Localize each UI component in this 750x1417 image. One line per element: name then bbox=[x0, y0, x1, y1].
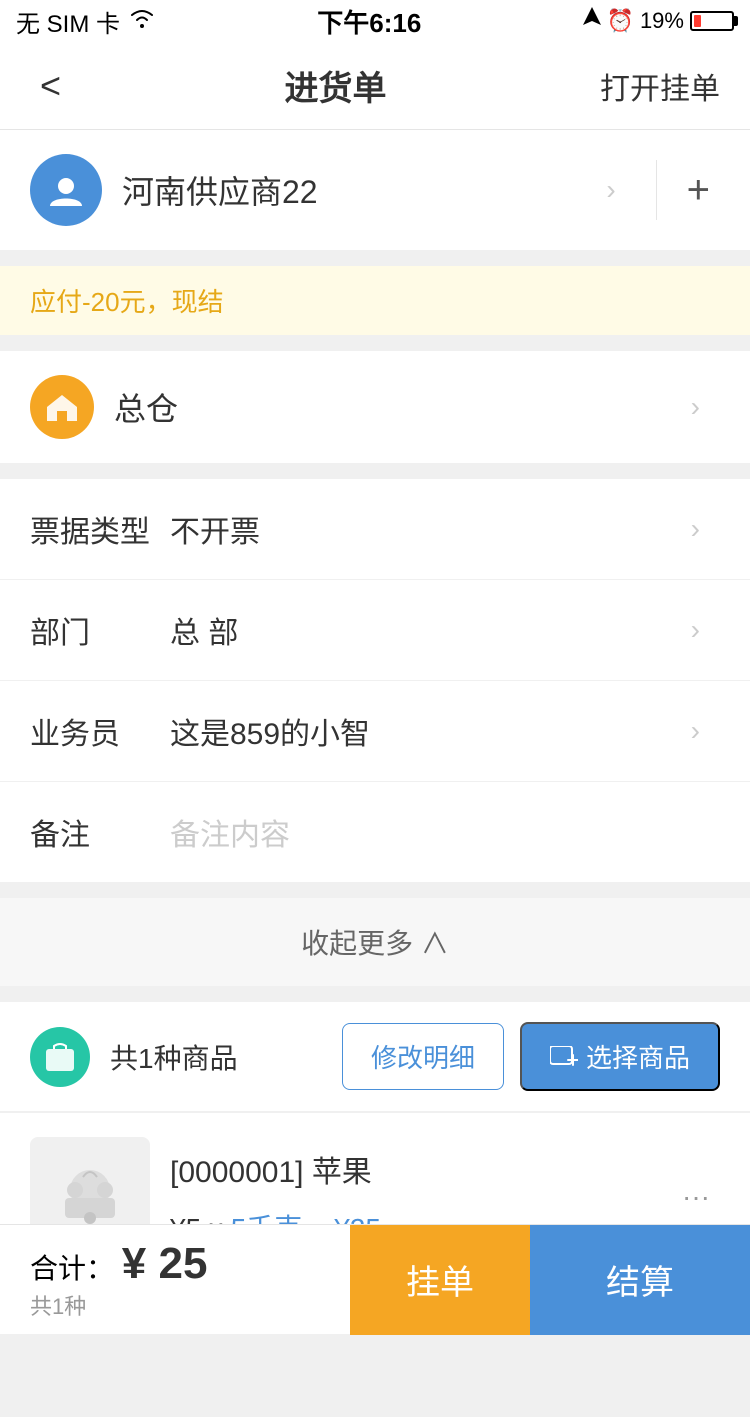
carrier-text: 无 SIM 卡 bbox=[16, 4, 120, 39]
battery-percent: 19% bbox=[640, 8, 684, 34]
supplier-row[interactable]: 河南供应商22 › + bbox=[0, 130, 750, 250]
footer: 合计： ¥ 25 共1种 挂单 结算 bbox=[0, 1224, 750, 1334]
footer-total-row: 合计： ¥ 25 bbox=[30, 1239, 320, 1289]
warehouse-name: 总仓 bbox=[114, 384, 691, 430]
pending-button[interactable]: 挂单 bbox=[350, 1225, 530, 1335]
select-product-button[interactable]: 选择商品 bbox=[520, 1022, 720, 1091]
supplier-avatar bbox=[30, 154, 102, 226]
wifi-icon bbox=[128, 7, 156, 36]
warehouse-icon bbox=[30, 375, 94, 439]
remark-placeholder: 备注内容 bbox=[170, 810, 720, 854]
supplier-section: 河南供应商22 › + bbox=[0, 130, 750, 250]
divider bbox=[656, 160, 657, 220]
notice-bar: 应付-20元，现结 bbox=[0, 266, 750, 335]
total-amount: ¥ 25 bbox=[122, 1239, 208, 1288]
edit-detail-button[interactable]: 修改明细 bbox=[342, 1023, 504, 1090]
battery-fill bbox=[694, 15, 701, 27]
department-chevron-icon: › bbox=[691, 614, 700, 646]
product-more-button[interactable]: ··· bbox=[672, 1171, 720, 1223]
total-count: 共1种 bbox=[30, 1289, 320, 1321]
footer-total: 合计： ¥ 25 共1种 bbox=[0, 1239, 350, 1321]
form-section: 票据类型 不开票 › 部门 总 部 › 业务员 这是859的小智 › 备注 备注… bbox=[0, 479, 750, 882]
alarm-icon: ⏰ bbox=[607, 8, 634, 34]
staff-row[interactable]: 业务员 这是859的小智 › bbox=[0, 681, 750, 782]
department-value: 总 部 bbox=[170, 608, 691, 652]
back-button[interactable]: < bbox=[30, 55, 71, 117]
product-count-label: 共1种商品 bbox=[110, 1037, 342, 1077]
invoice-type-row[interactable]: 票据类型 不开票 › bbox=[0, 479, 750, 580]
product-name: [0000001] 苹果 bbox=[170, 1147, 672, 1191]
status-time: 下午6:16 bbox=[317, 3, 421, 40]
remark-row[interactable]: 备注 备注内容 bbox=[0, 782, 750, 882]
supplier-chevron-icon: › bbox=[606, 174, 615, 206]
total-label: 合计： bbox=[30, 1253, 114, 1284]
status-left: 无 SIM 卡 bbox=[16, 4, 156, 39]
supplier-name: 河南供应商22 bbox=[122, 167, 606, 213]
invoice-type-label: 票据类型 bbox=[30, 507, 170, 551]
warehouse-row[interactable]: 总仓 › bbox=[0, 351, 750, 463]
collapse-bar[interactable]: 收起更多 ∧ bbox=[0, 898, 750, 986]
checkout-button[interactable]: 结算 bbox=[530, 1225, 750, 1335]
nav-bar: < 进货单 打开挂单 bbox=[0, 42, 750, 130]
warehouse-section: 总仓 › bbox=[0, 351, 750, 463]
page-title: 进货单 bbox=[285, 61, 387, 110]
add-button[interactable]: + bbox=[677, 168, 720, 213]
department-row[interactable]: 部门 总 部 › bbox=[0, 580, 750, 681]
product-header: 共1种商品 修改明细 选择商品 bbox=[0, 1002, 750, 1111]
product-title: 苹果 bbox=[312, 1156, 372, 1189]
invoice-type-value: 不开票 bbox=[170, 507, 691, 551]
open-pending-button[interactable]: 打开挂单 bbox=[600, 64, 720, 108]
location-icon bbox=[583, 7, 601, 35]
staff-label: 业务员 bbox=[30, 709, 170, 753]
status-bar: 无 SIM 卡 下午6:16 ⏰ 19% bbox=[0, 0, 750, 42]
product-header-icon bbox=[30, 1027, 90, 1087]
invoice-chevron-icon: › bbox=[691, 513, 700, 545]
staff-value: 这是859的小智 bbox=[170, 709, 691, 753]
department-label: 部门 bbox=[30, 608, 170, 652]
status-right: ⏰ 19% bbox=[583, 7, 734, 35]
select-product-label: 选择商品 bbox=[586, 1038, 690, 1075]
product-code: [0000001] bbox=[170, 1156, 303, 1189]
battery-icon bbox=[690, 11, 734, 31]
remark-label: 备注 bbox=[30, 810, 170, 854]
warehouse-chevron-icon: › bbox=[691, 391, 700, 423]
staff-chevron-icon: › bbox=[691, 715, 700, 747]
